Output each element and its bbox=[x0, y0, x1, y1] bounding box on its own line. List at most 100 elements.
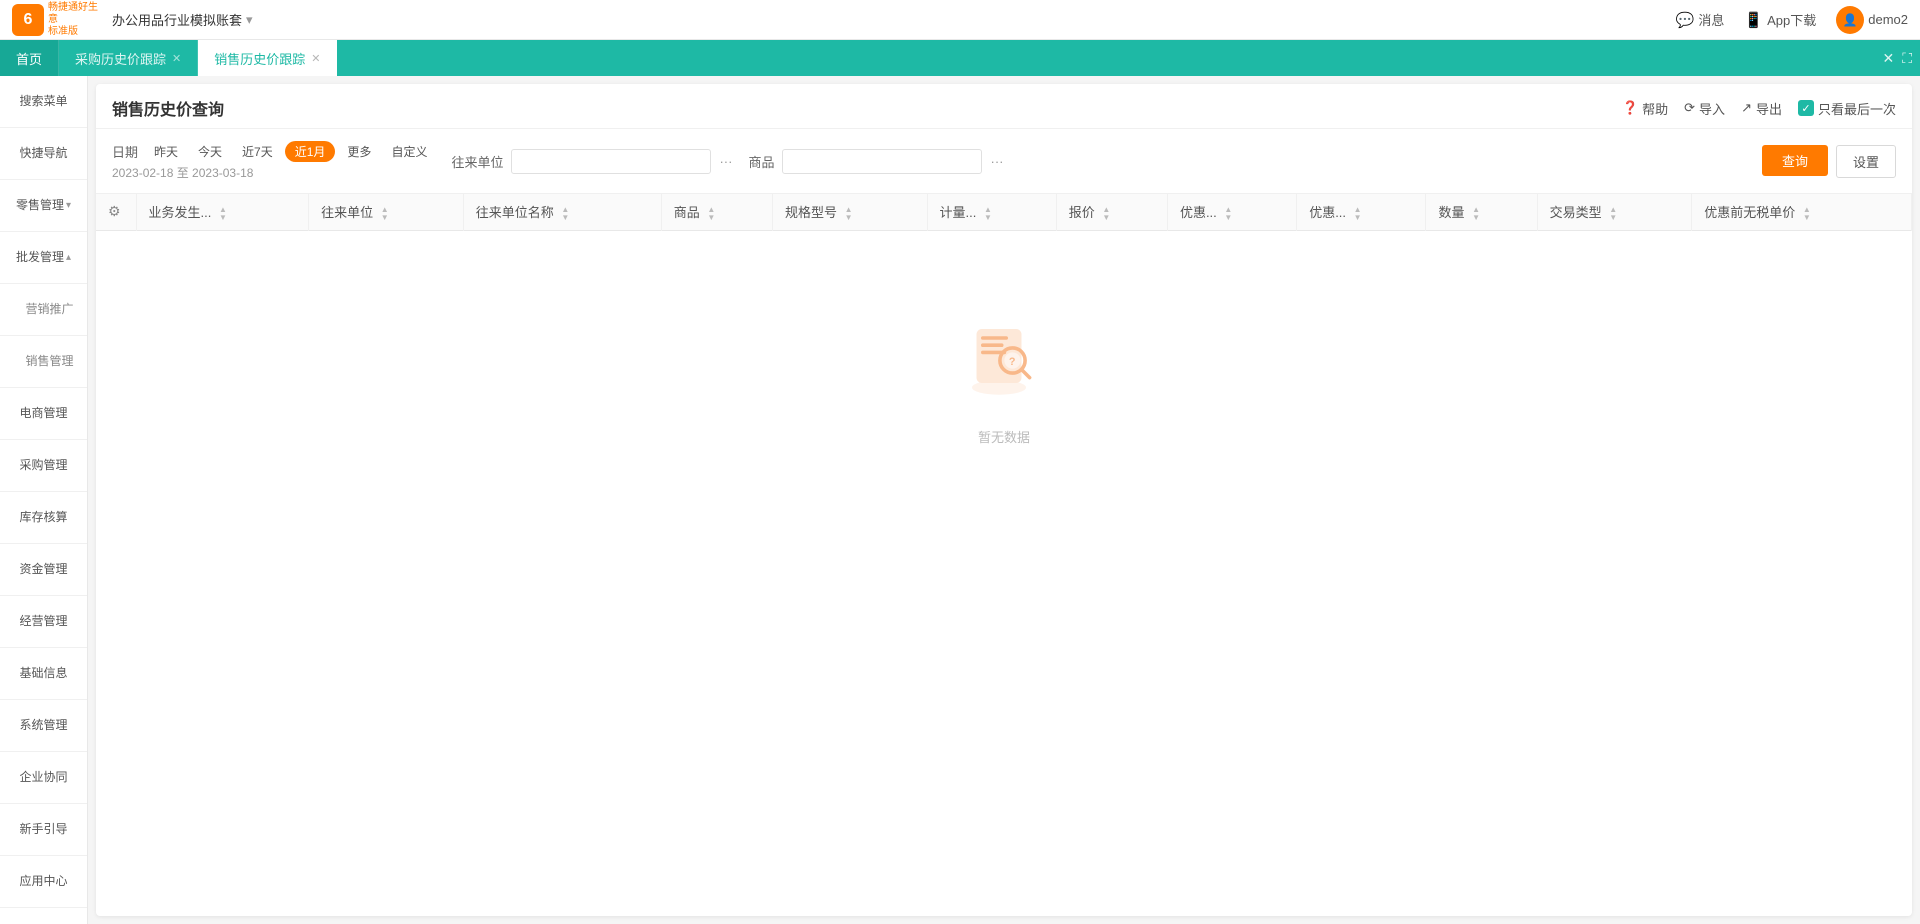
gear-icon: ⚙ bbox=[108, 203, 121, 219]
content-area: 销售历史价查询 ❓ 帮助 ⟳ 导入 ↗ 导出 ✓ bbox=[88, 76, 1920, 924]
help-icon: ❓ bbox=[1622, 100, 1638, 116]
date-shortcuts: 昨天 今天 近7天 近1月 更多 自定义 bbox=[146, 141, 435, 162]
col-qty[interactable]: 数量 ▲▼ bbox=[1426, 194, 1537, 230]
col-pre-tax[interactable]: 优惠前无税单价 ▲▼ bbox=[1692, 194, 1912, 230]
account-dropdown[interactable]: 办公用品行业模拟账套 ▾ bbox=[112, 10, 253, 29]
empty-state-text: 暂无数据 bbox=[978, 427, 1030, 446]
sort-arrows-icon: ▲▼ bbox=[1803, 206, 1811, 222]
empty-illustration: ? bbox=[954, 311, 1054, 411]
sidebar-item-search-menu[interactable]: 搜索菜单 bbox=[0, 76, 87, 128]
logo-icon: 6 bbox=[12, 4, 44, 36]
sidebar-item-basic-info[interactable]: 基础信息 bbox=[0, 648, 87, 700]
sidebar-item-wholesale-mgmt[interactable]: 批发管理 ▴ bbox=[0, 232, 87, 284]
export-button[interactable]: ↗ 导出 bbox=[1741, 99, 1782, 118]
import-icon: ⟳ bbox=[1684, 100, 1695, 116]
sidebar-sales-label: 销售管理 bbox=[25, 353, 73, 370]
import-label: 导入 bbox=[1699, 99, 1725, 118]
sidebar-app-center-label: 应用中心 bbox=[19, 873, 67, 890]
page-header-actions: ❓ 帮助 ⟳ 导入 ↗ 导出 ✓ 只看最后一次 bbox=[1622, 99, 1896, 118]
help-button[interactable]: ❓ 帮助 bbox=[1622, 99, 1668, 118]
date-range-display: 2023-02-18 至 2023-03-18 bbox=[112, 164, 435, 181]
help-label: 帮助 bbox=[1642, 99, 1668, 118]
empty-state: ? 暂无数据 bbox=[96, 231, 1912, 526]
date-btn-yesterday[interactable]: 昨天 bbox=[146, 141, 186, 162]
import-button[interactable]: ⟳ 导入 bbox=[1684, 99, 1725, 118]
message-button[interactable]: 💬 消息 bbox=[1676, 10, 1725, 29]
sidebar-search-menu-label: 搜索菜单 bbox=[19, 93, 67, 110]
sidebar-item-purchase-mgmt[interactable]: 采购管理 bbox=[0, 440, 87, 492]
sidebar-beginner-label: 新手引导 bbox=[19, 821, 67, 838]
sidebar-item-marketing-promo[interactable]: 营销推广 bbox=[0, 284, 87, 336]
tab-home[interactable]: 首页 bbox=[0, 40, 59, 76]
maximize-icon[interactable]: ⛶ bbox=[1902, 50, 1912, 67]
sidebar-operations-label: 经营管理 bbox=[19, 613, 67, 630]
date-btn-today[interactable]: 今天 bbox=[190, 141, 230, 162]
avatar: 👤 bbox=[1836, 6, 1864, 34]
chevron-up-icon: ▴ bbox=[66, 251, 71, 265]
date-btn-last1m[interactable]: 近1月 bbox=[285, 141, 336, 162]
tab-sales-history[interactable]: 销售历史价跟踪 ✕ bbox=[198, 40, 337, 76]
sort-arrows-icon: ▲▼ bbox=[1354, 206, 1362, 222]
sidebar-item-beginner-guide[interactable]: 新手引导 bbox=[0, 804, 87, 856]
sidebar-retail-label: 零售管理 bbox=[16, 197, 64, 214]
col-partner-code[interactable]: 往来单位 ▲▼ bbox=[309, 194, 464, 230]
filter-actions: 查询 设置 bbox=[1762, 145, 1896, 178]
goods-lookup-icon[interactable]: ··· bbox=[990, 154, 1003, 169]
col-trade-type[interactable]: 交易类型 ▲▼ bbox=[1537, 194, 1692, 230]
sidebar-item-retail-mgmt[interactable]: 零售管理 ▾ bbox=[0, 180, 87, 232]
col-quote[interactable]: 报价 ▲▼ bbox=[1056, 194, 1167, 230]
tabbar: 首页 采购历史价跟踪 ✕ 销售历史价跟踪 ✕ ✕ ⛶ bbox=[0, 40, 1920, 76]
table-header-row: ⚙ 业务发生... ▲▼ 往来单位 ▲▼ 往来单位名称 bbox=[96, 194, 1912, 230]
sidebar-item-system-mgmt[interactable]: 系统管理 bbox=[0, 700, 87, 752]
sidebar-item-ecommerce-mgmt[interactable]: 电商管理 bbox=[0, 388, 87, 440]
col-discount1[interactable]: 优惠... ▲▼ bbox=[1167, 194, 1296, 230]
col-biz-date[interactable]: 业务发生... ▲▼ bbox=[136, 194, 309, 230]
date-btn-custom[interactable]: 自定义 bbox=[383, 141, 435, 162]
close-purchase-tab-icon[interactable]: ✕ bbox=[172, 52, 181, 65]
only-last-toggle[interactable]: ✓ 只看最后一次 bbox=[1798, 99, 1896, 118]
logo-text: 畅捷通好生意标准版 bbox=[48, 2, 100, 38]
date-btn-last7[interactable]: 近7天 bbox=[234, 141, 281, 162]
close-sales-tab-icon[interactable]: ✕ bbox=[311, 52, 320, 65]
topbar-actions: 💬 消息 📱 App下载 👤 demo2 bbox=[1676, 6, 1908, 34]
col-partner-name[interactable]: 往来单位名称 ▲▼ bbox=[463, 194, 661, 230]
query-button[interactable]: 查询 bbox=[1762, 145, 1828, 176]
page-content: 销售历史价查询 ❓ 帮助 ⟳ 导入 ↗ 导出 ✓ bbox=[96, 84, 1912, 916]
sidebar-item-enterprise-wechat[interactable]: 企业微信 bbox=[0, 908, 87, 924]
col-unit[interactable]: 计量... ▲▼ bbox=[927, 194, 1056, 230]
date-filter-section: 日期 昨天 今天 近7天 近1月 更多 自定义 2023-02-18 至 202… bbox=[112, 141, 435, 181]
app-download-label: App下载 bbox=[1767, 10, 1816, 29]
tab-purchase-history[interactable]: 采购历史价跟踪 ✕ bbox=[59, 40, 198, 76]
date-btn-more[interactable]: 更多 bbox=[339, 141, 379, 162]
tab-sales-history-label: 销售历史价跟踪 bbox=[214, 49, 305, 68]
close-window-icon[interactable]: ✕ bbox=[1882, 50, 1894, 67]
export-label: 导出 bbox=[1756, 99, 1782, 118]
goods-input[interactable] bbox=[782, 149, 982, 174]
download-icon: 📱 bbox=[1744, 11, 1763, 29]
logo: 6 畅捷通好生意标准版 bbox=[12, 2, 100, 38]
topbar: 6 畅捷通好生意标准版 办公用品行业模拟账套 ▾ 💬 消息 📱 App下载 👤 … bbox=[0, 0, 1920, 40]
sort-arrows-icon: ▲▼ bbox=[1102, 206, 1110, 222]
sidebar-item-enterprise-collab[interactable]: 企业协同 bbox=[0, 752, 87, 804]
app-download-button[interactable]: 📱 App下载 bbox=[1744, 10, 1816, 29]
partner-input[interactable] bbox=[511, 149, 711, 174]
sidebar-item-sales-mgmt[interactable]: 销售管理 bbox=[0, 336, 87, 388]
col-goods[interactable]: 商品 ▲▼ bbox=[661, 194, 772, 230]
col-gear[interactable]: ⚙ bbox=[96, 194, 136, 230]
date-filter-label: 日期 bbox=[112, 142, 138, 161]
sidebar-quick-nav-label: 快捷导航 bbox=[19, 145, 67, 162]
sidebar-item-operations-mgmt[interactable]: 经营管理 bbox=[0, 596, 87, 648]
main-layout: 搜索菜单 快捷导航 零售管理 ▾ 批发管理 ▴ 营销推广 销售管理 电商管理 采… bbox=[0, 76, 1920, 924]
partner-lookup-icon[interactable]: ··· bbox=[719, 154, 732, 169]
col-spec[interactable]: 规格型号 ▲▼ bbox=[772, 194, 927, 230]
col-discount2[interactable]: 优惠... ▲▼ bbox=[1297, 194, 1426, 230]
sidebar-item-quick-nav[interactable]: 快捷导航 bbox=[0, 128, 87, 180]
settings-button[interactable]: 设置 bbox=[1836, 145, 1896, 178]
sidebar-ecommerce-label: 电商管理 bbox=[19, 405, 67, 422]
sidebar-item-capital-mgmt[interactable]: 资金管理 bbox=[0, 544, 87, 596]
user-menu[interactable]: 👤 demo2 bbox=[1836, 6, 1908, 34]
sort-arrows-icon: ▲▼ bbox=[984, 206, 992, 222]
sidebar-item-app-center[interactable]: 应用中心 bbox=[0, 856, 87, 908]
sidebar-item-inventory-check[interactable]: 库存核算 bbox=[0, 492, 87, 544]
chevron-down-icon: ▾ bbox=[246, 12, 253, 28]
